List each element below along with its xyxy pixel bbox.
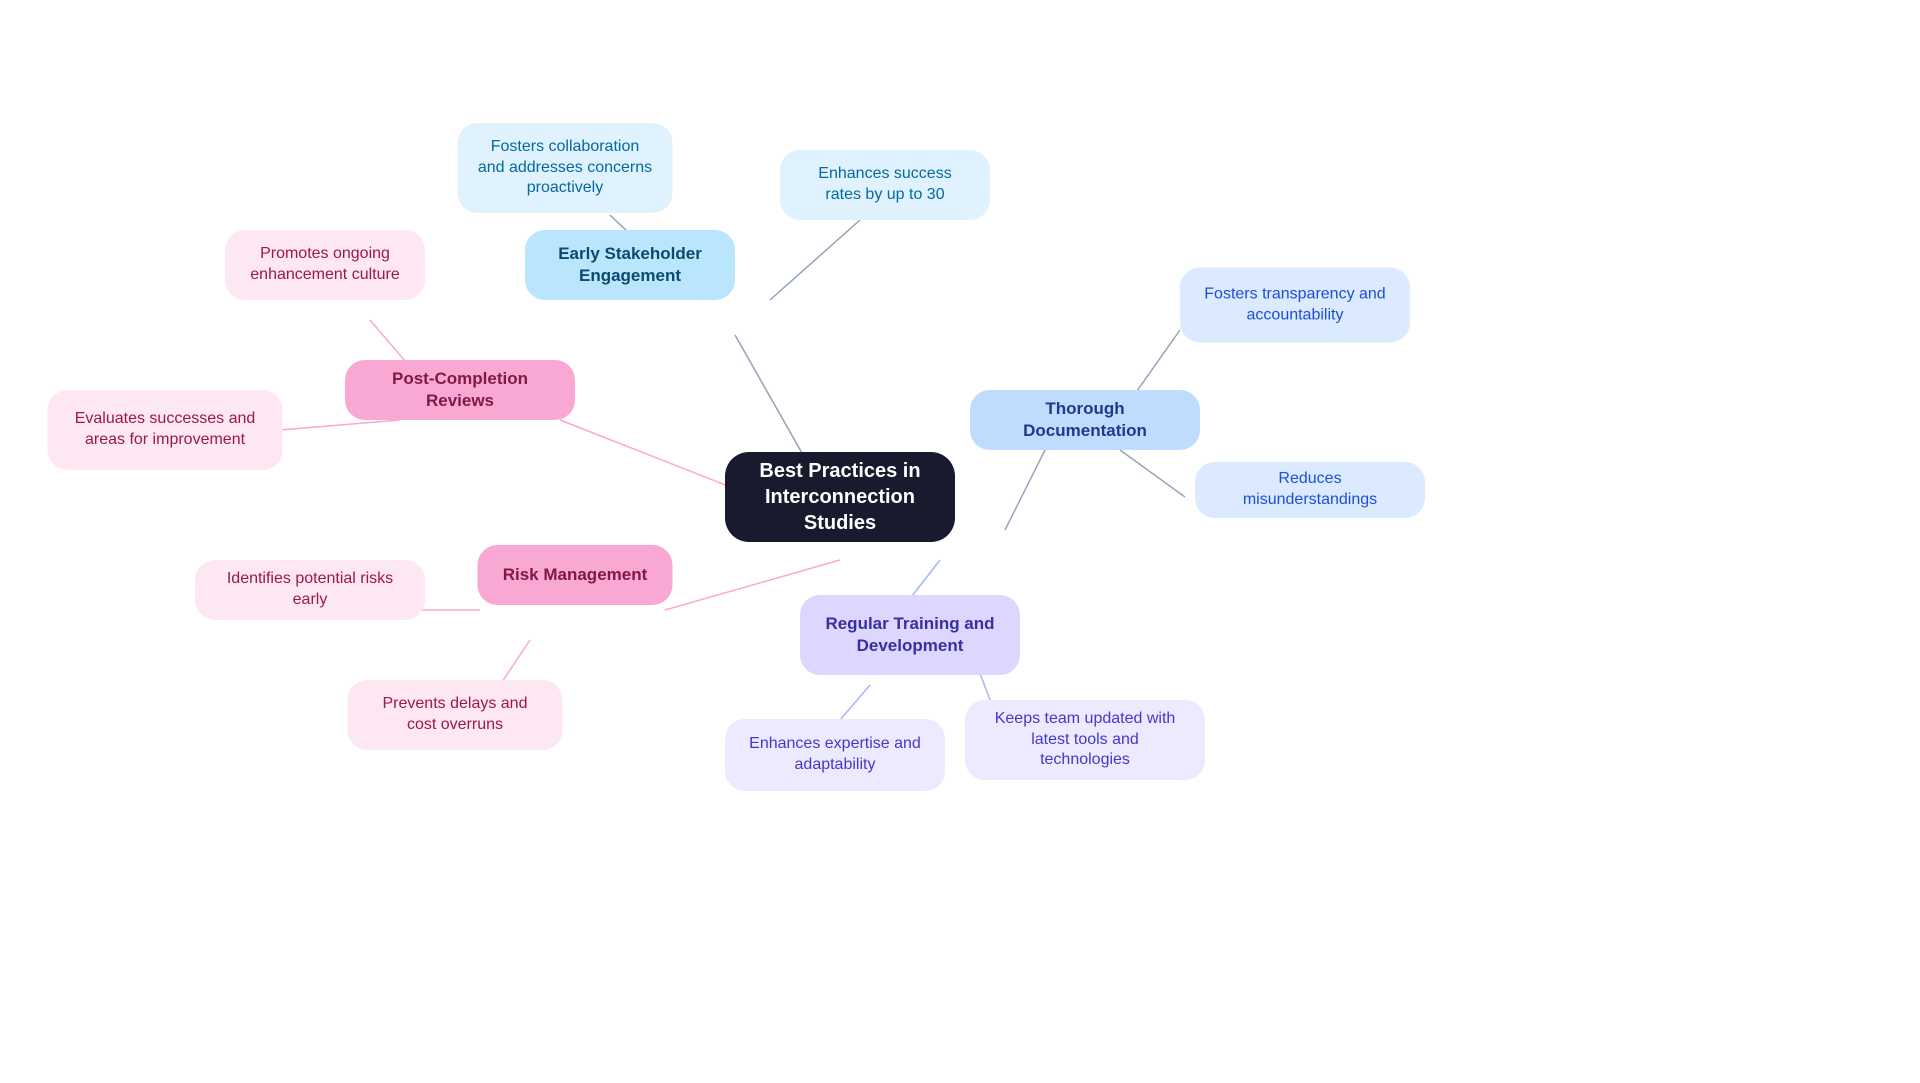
enhances-success-node: Enhances success rates by up to 30 — [780, 150, 990, 220]
reduces-misunderstandings-label: Reduces misunderstandings — [1215, 469, 1405, 511]
fosters-collab-label: Fosters collaboration and addresses conc… — [478, 137, 653, 199]
promotes-ongoing-node: Promotes ongoing enhancement culture — [225, 230, 425, 300]
enhances-expertise-label: Enhances expertise and adaptability — [745, 734, 925, 776]
regular-training-node: Regular Training and Development — [800, 595, 1020, 675]
post-completion-label: Post-Completion Reviews — [365, 368, 555, 412]
enhances-expertise-node: Enhances expertise and adaptability — [725, 719, 945, 791]
thorough-doc-label: Thorough Documentation — [990, 398, 1180, 442]
evaluates-successes-node: Evaluates successes and areas for improv… — [48, 390, 283, 470]
center-label: Best Practices in Interconnection Studie… — [745, 458, 935, 536]
risk-management-label: Risk Management — [503, 564, 648, 586]
thorough-doc-node: Thorough Documentation — [970, 390, 1200, 450]
early-stakeholder-node: Early Stakeholder Engagement — [525, 230, 735, 300]
fosters-transparency-node: Fosters transparency and accountability — [1180, 268, 1410, 343]
identifies-risks-label: Identifies potential risks early — [215, 569, 405, 611]
prevents-delays-node: Prevents delays and cost overruns — [348, 680, 563, 750]
early-stakeholder-label: Early Stakeholder Engagement — [545, 243, 715, 287]
center-node: Best Practices in Interconnection Studie… — [725, 452, 955, 542]
post-completion-node: Post-Completion Reviews — [345, 360, 575, 420]
identifies-risks-node: Identifies potential risks early — [195, 560, 425, 620]
promotes-ongoing-label: Promotes ongoing enhancement culture — [245, 244, 405, 286]
enhances-success-label: Enhances success rates by up to 30 — [800, 164, 970, 206]
fosters-collab-node: Fosters collaboration and addresses conc… — [458, 123, 673, 213]
prevents-delays-label: Prevents delays and cost overruns — [368, 694, 543, 736]
keeps-team-label: Keeps team updated with latest tools and… — [985, 709, 1185, 771]
keeps-team-node: Keeps team updated with latest tools and… — [965, 700, 1205, 780]
evaluates-successes-label: Evaluates successes and areas for improv… — [68, 409, 263, 451]
reduces-misunderstandings-node: Reduces misunderstandings — [1195, 462, 1425, 518]
risk-management-node: Risk Management — [478, 545, 673, 605]
fosters-transparency-label: Fosters transparency and accountability — [1200, 284, 1390, 326]
regular-training-label: Regular Training and Development — [820, 613, 1000, 657]
